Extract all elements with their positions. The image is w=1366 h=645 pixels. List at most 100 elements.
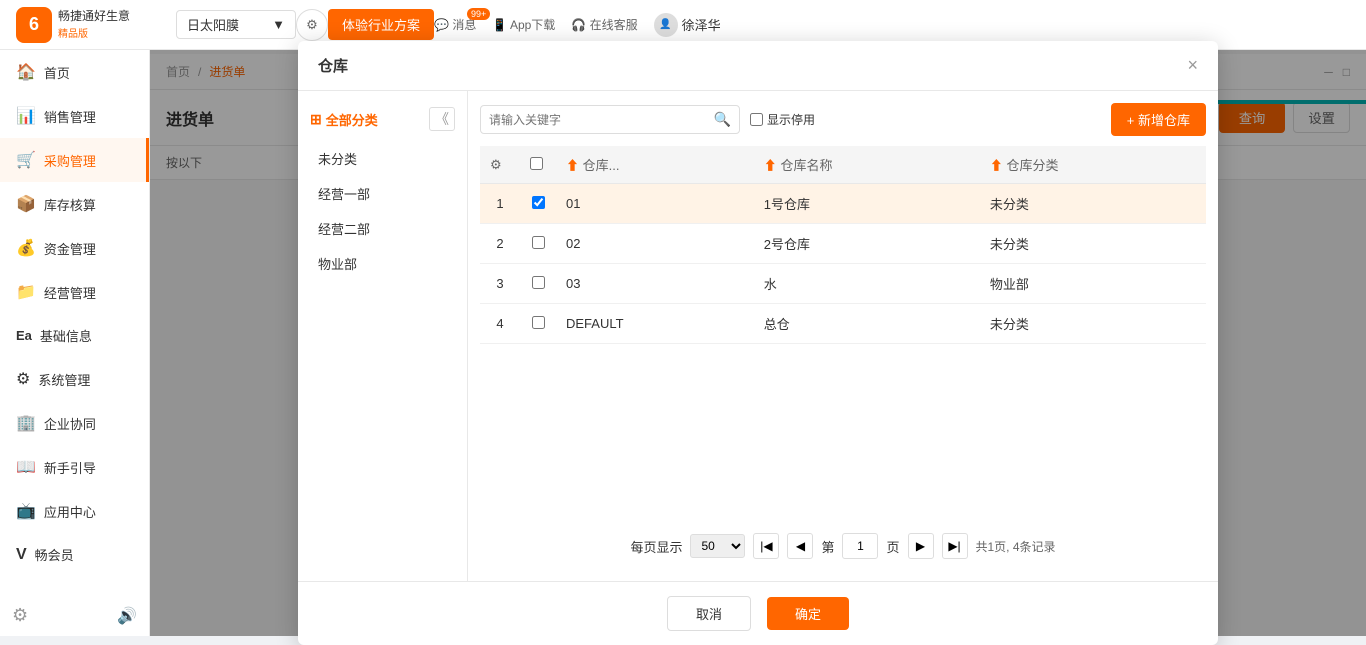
store-selector[interactable]: 日太阳膜 ▼ xyxy=(176,10,296,39)
row-category: 物业部 xyxy=(980,264,1206,304)
row-checkbox[interactable] xyxy=(520,264,556,304)
system-icon: ⚙ xyxy=(16,369,30,389)
sidebar-label-vip: 畅会员 xyxy=(35,545,74,564)
sidebar-label-sales: 销售管理 xyxy=(44,107,96,126)
category-item-property[interactable]: 物业部 xyxy=(298,246,467,281)
sidebar-item-finance[interactable]: 💰 资金管理 xyxy=(0,226,149,270)
modal-body: ⊞ 全部分类 《 未分类 经营一部 经营二部 物业部 🔍 xyxy=(298,91,1218,581)
table-row[interactable]: 4 DEFAULT 总仓 未分类 xyxy=(480,304,1206,344)
show-disabled-check[interactable] xyxy=(750,113,763,126)
row-category: 未分类 xyxy=(980,184,1206,224)
sidebar-item-management[interactable]: 📁 经营管理 xyxy=(0,270,149,314)
page-size-label: 每页显示 xyxy=(630,537,682,556)
page-label: 第 xyxy=(821,537,834,556)
th-name: ⬆ 仓库名称 xyxy=(754,146,980,184)
online-service-button[interactable]: 🎧 在线客服 xyxy=(571,16,637,33)
modal-header: 仓库 × xyxy=(298,41,1218,91)
all-category-button[interactable]: ⊞ 全部分类 xyxy=(310,110,378,129)
row-name: 水 xyxy=(754,264,980,304)
trial-button[interactable]: 体验行业方案 xyxy=(328,9,434,40)
sidebar-label-purchase: 采购管理 xyxy=(44,151,96,170)
sidebar-item-basic-info[interactable]: Ea 基础信息 xyxy=(0,314,149,357)
modal-close-button[interactable]: × xyxy=(1187,55,1198,76)
sales-icon: 📊 xyxy=(16,106,36,126)
sidebar-label-inventory: 库存核算 xyxy=(44,195,96,214)
sort-icon-code[interactable]: ⬆ xyxy=(566,158,579,173)
avatar: 👤 xyxy=(654,13,678,37)
sidebar-item-guide[interactable]: 📖 新手引导 xyxy=(0,445,149,489)
category-header: ⊞ 全部分类 《 xyxy=(298,101,467,141)
search-icon[interactable]: 🔍 xyxy=(714,111,731,128)
sidebar-item-inventory[interactable]: 📦 库存核算 xyxy=(0,182,149,226)
page-size-select[interactable]: 50 20 100 xyxy=(690,534,745,558)
sidebar-item-sales[interactable]: 📊 销售管理 xyxy=(0,94,149,138)
table-row[interactable]: 2 02 2号仓库 未分类 xyxy=(480,224,1206,264)
row-checkbox[interactable] xyxy=(520,304,556,344)
add-warehouse-button[interactable]: + 新增仓库 xyxy=(1111,103,1206,136)
sort-icon-name[interactable]: ⬆ xyxy=(764,158,777,173)
sidebar-bottom: ⚙ 🔊 xyxy=(0,605,149,626)
finance-icon: 💰 xyxy=(16,238,36,258)
sidebar-item-vip[interactable]: V 畅会员 xyxy=(0,533,149,576)
pagination: 每页显示 50 20 100 |◀ ◀ 第 页 ▶ ▶| 共1页, 4条记录 xyxy=(480,523,1206,569)
enterprise-icon: 🏢 xyxy=(16,413,36,433)
row-checkbox[interactable] xyxy=(520,184,556,224)
collapse-panel-button[interactable]: 《 xyxy=(429,107,455,131)
speaker-icon[interactable]: 🔊 xyxy=(117,606,137,626)
row-num: 1 xyxy=(480,184,520,224)
basic-info-icon: Ea xyxy=(16,328,32,343)
search-input-wrap: 🔍 xyxy=(480,105,740,134)
sort-icon-category[interactable]: ⬆ xyxy=(990,158,1003,173)
row-category: 未分类 xyxy=(980,304,1206,344)
settings-th-icon: ⚙ xyxy=(490,157,502,172)
table-row[interactable]: 3 03 水 物业部 xyxy=(480,264,1206,304)
messages-button[interactable]: 💬 消息 99+ xyxy=(434,16,476,33)
first-page-button[interactable]: |◀ xyxy=(753,533,779,559)
table-row[interactable]: 1 01 1号仓库 未分类 xyxy=(480,184,1206,224)
settings-icon-bottom[interactable]: ⚙ xyxy=(12,605,28,626)
management-icon: 📁 xyxy=(16,282,36,302)
table-header-row: ⚙ ⬆ 仓库... ⬆ xyxy=(480,146,1206,184)
cancel-button[interactable]: 取消 xyxy=(667,596,751,631)
row-checkbox[interactable] xyxy=(520,224,556,264)
sidebar: 🏠 首页 📊 销售管理 🛒 采购管理 📦 库存核算 💰 资金管理 📁 经营管理 … xyxy=(0,50,150,636)
warehouse-list-panel: 🔍 显示停用 + 新增仓库 ⚙ xyxy=(468,91,1218,581)
th-code: ⬆ 仓库... xyxy=(556,146,754,184)
sidebar-item-enterprise[interactable]: 🏢 企业协同 xyxy=(0,401,149,445)
page-unit-label: 页 xyxy=(886,537,899,556)
sidebar-label-home: 首页 xyxy=(44,63,70,82)
app-download-button[interactable]: 📱 App下载 xyxy=(492,16,555,33)
row-num: 3 xyxy=(480,264,520,304)
home-icon: 🏠 xyxy=(16,62,36,82)
category-item-ops2[interactable]: 经营二部 xyxy=(298,211,467,246)
row-category: 未分类 xyxy=(980,224,1206,264)
row-code: 02 xyxy=(556,224,754,264)
search-bar: 🔍 显示停用 + 新增仓库 xyxy=(480,103,1206,136)
user-menu[interactable]: 👤 徐泽华 xyxy=(654,13,721,37)
row-num: 4 xyxy=(480,304,520,344)
grid-icon: ⊞ xyxy=(310,111,322,128)
logo-text: 畅捷通好生意 精品版 xyxy=(58,9,130,40)
prev-page-button[interactable]: ◀ xyxy=(787,533,813,559)
search-input[interactable] xyxy=(489,113,714,127)
select-all-checkbox[interactable] xyxy=(530,157,543,170)
next-page-button[interactable]: ▶ xyxy=(908,533,934,559)
row-name: 2号仓库 xyxy=(754,224,980,264)
category-item-ops1[interactable]: 经营一部 xyxy=(298,176,467,211)
sidebar-label-finance: 资金管理 xyxy=(44,239,96,258)
last-page-button[interactable]: ▶| xyxy=(942,533,968,559)
category-item-unclassified[interactable]: 未分类 xyxy=(298,141,467,176)
page-number-input[interactable] xyxy=(842,533,878,559)
sidebar-item-purchase[interactable]: 🛒 采购管理 xyxy=(0,138,149,182)
logo-area: 6 畅捷通好生意 精品版 xyxy=(16,7,166,43)
row-code: 03 xyxy=(556,264,754,304)
row-name: 1号仓库 xyxy=(754,184,980,224)
gear-button[interactable]: ⚙ xyxy=(296,9,328,41)
sidebar-item-home[interactable]: 🏠 首页 xyxy=(0,50,149,94)
purchase-icon: 🛒 xyxy=(16,150,36,170)
confirm-button[interactable]: 确定 xyxy=(767,597,849,630)
sidebar-item-system[interactable]: ⚙ 系统管理 xyxy=(0,357,149,401)
sidebar-item-app[interactable]: 📺 应用中心 xyxy=(0,489,149,533)
show-disabled-checkbox[interactable]: 显示停用 xyxy=(750,111,815,128)
app-icon: 📺 xyxy=(16,501,36,521)
